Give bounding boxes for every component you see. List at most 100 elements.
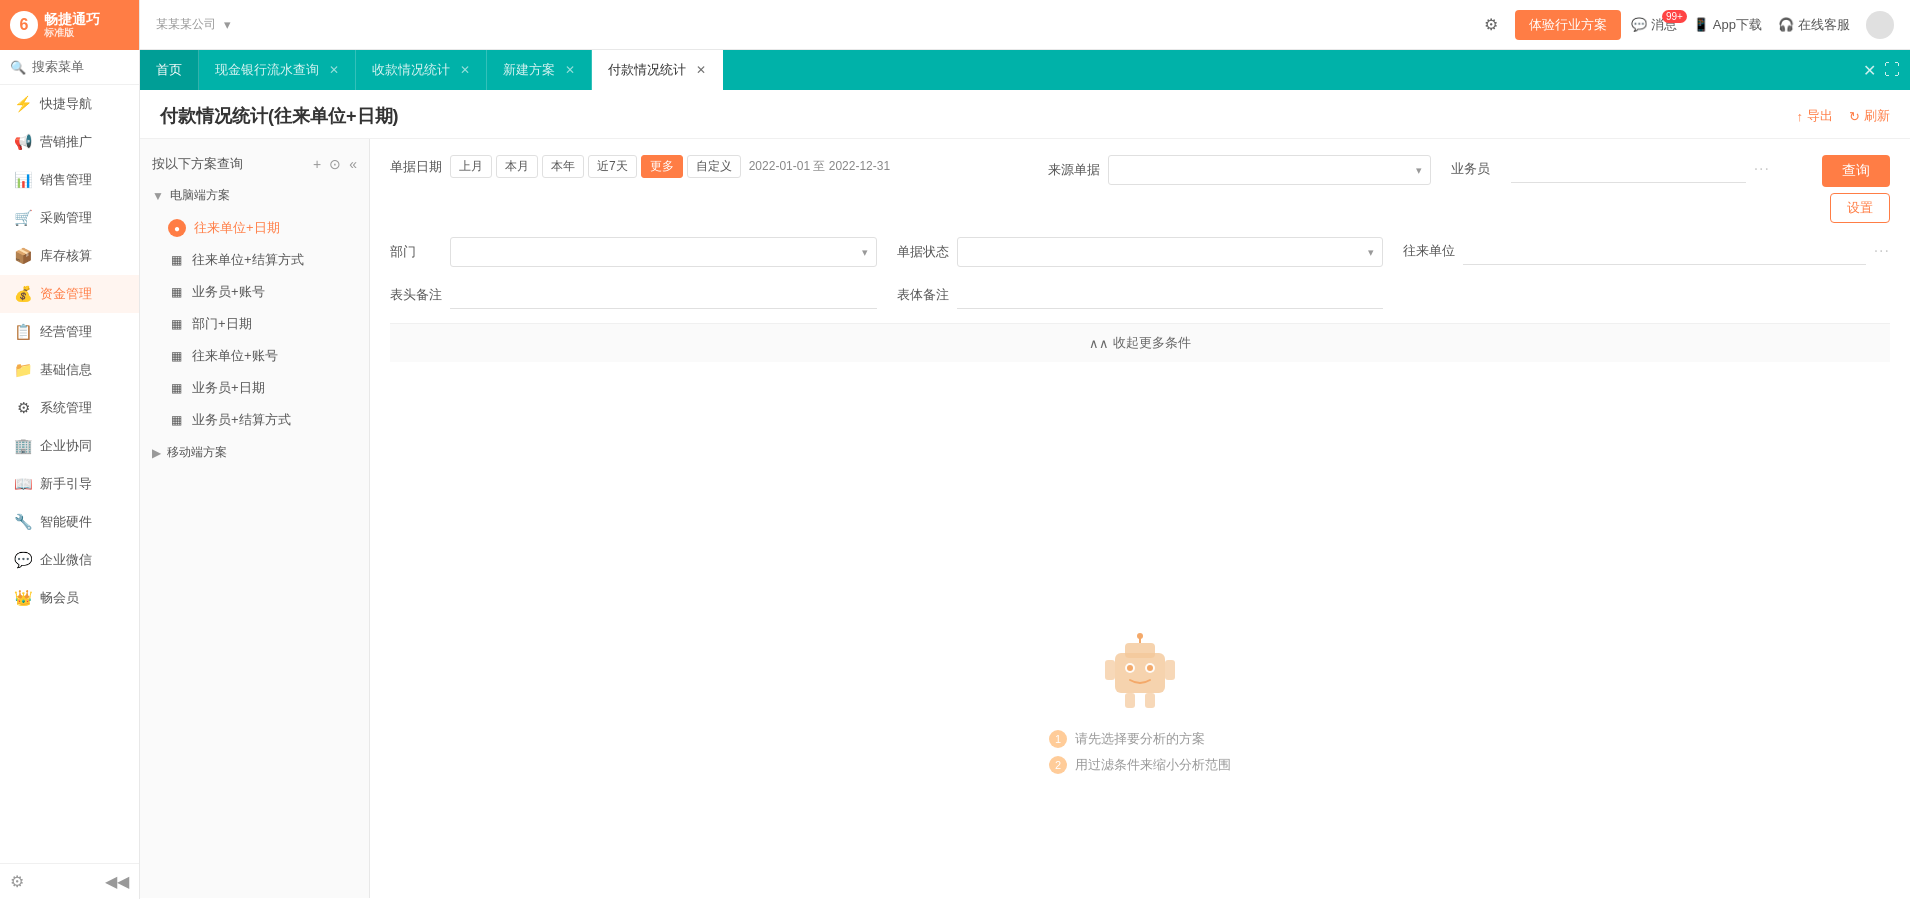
- right-panel: 单据日期 上月 本月 本年 近7天 更多 自定义 2022-01-01 至 20…: [370, 139, 1910, 495]
- sidebar-item-enterprise[interactable]: 🏢 企业协同: [0, 427, 139, 465]
- tab-label: 首页: [156, 61, 182, 79]
- collapse-bar[interactable]: ∧∧ 收起更多条件: [390, 323, 1890, 362]
- date-btn-group: 上月 本月 本年 近7天 更多 自定义 2022-01-01 至 2022-12…: [450, 155, 890, 178]
- sidebar-item-quick-nav[interactable]: ⚡ 快捷导航: [0, 85, 139, 123]
- sidebar-item-label: 基础信息: [40, 361, 92, 379]
- service-btn[interactable]: 🎧 在线客服: [1778, 16, 1850, 34]
- scheme-item-salesman-settle[interactable]: ▦ 业务员+结算方式: [140, 404, 369, 436]
- settings-btn[interactable]: 设置: [1830, 193, 1890, 223]
- breadcrumb-dropdown-icon[interactable]: ▾: [224, 17, 231, 32]
- empty-tips: 1 请先选择要分析的方案 2 用过滤条件来缩小分析范围: [1049, 730, 1231, 774]
- service-icon: 🎧: [1778, 17, 1794, 32]
- date-btn-custom[interactable]: 自定义: [687, 155, 741, 178]
- app-name: 畅捷通巧: [44, 11, 100, 28]
- user-avatar[interactable]: [1866, 11, 1894, 39]
- tip-num-2: 2: [1049, 756, 1067, 774]
- scheme-item-salesman-date[interactable]: ▦ 业务员+日期: [140, 372, 369, 404]
- dept-select[interactable]: ▾: [450, 237, 877, 267]
- sidebar-item-capital[interactable]: 💰 资金管理: [0, 275, 139, 313]
- filter-row-2: 部门 ▾ 单据状态 ▾: [390, 237, 1890, 267]
- sidebar-item-operations[interactable]: 📋 经营管理: [0, 313, 139, 351]
- sidebar-item-inventory[interactable]: 📦 库存核算: [0, 237, 139, 275]
- collapse-label: 收起更多条件: [1113, 334, 1191, 352]
- trial-btn[interactable]: 体验行业方案: [1515, 10, 1621, 40]
- scheme-item-unit-settle[interactable]: ▦ 往来单位+结算方式: [140, 244, 369, 276]
- mobile-scheme-section[interactable]: ▶ 移动端方案: [140, 436, 369, 469]
- sidebar-item-purchase[interactable]: 🛒 采购管理: [0, 199, 139, 237]
- tab-bar-actions: ✕ ⛶: [1853, 50, 1910, 90]
- filter-group-doc-status: 单据状态 ▾: [897, 237, 1384, 267]
- date-btn-this-month[interactable]: 本月: [496, 155, 538, 178]
- body-note-input[interactable]: [957, 281, 1384, 309]
- guide-icon: 📖: [14, 475, 32, 493]
- date-btn-last-month[interactable]: 上月: [450, 155, 492, 178]
- desktop-scheme-section[interactable]: ▼ 电脑端方案: [140, 179, 369, 212]
- scheme-label: 部门+日期: [192, 315, 252, 333]
- sidebar-item-wechat[interactable]: 💬 企业微信: [0, 541, 139, 579]
- unit-more-icon[interactable]: ···: [1874, 242, 1890, 260]
- filter-group-date: 单据日期 上月 本月 本年 近7天 更多 自定义 2022-01-01 至 20…: [390, 155, 1028, 178]
- query-btn[interactable]: 查询: [1822, 155, 1890, 187]
- tab-payment-stat[interactable]: 付款情况统计 ✕: [592, 50, 723, 90]
- tab-close-icon[interactable]: ✕: [329, 63, 339, 77]
- source-select[interactable]: ▾: [1108, 155, 1431, 185]
- breadcrumb: 某某某公司: [156, 16, 216, 33]
- tab-new-plan[interactable]: 新建方案 ✕: [487, 50, 592, 90]
- scheme-item-salesman-account[interactable]: ▦ 业务员+账号: [140, 276, 369, 308]
- sidebar-item-system[interactable]: ⚙ 系统管理: [0, 389, 139, 427]
- header-settings-btn[interactable]: ⚙: [1477, 11, 1505, 39]
- capital-icon: 💰: [14, 285, 32, 303]
- tab-label: 付款情况统计: [608, 61, 686, 79]
- panel-add-icon[interactable]: +: [313, 156, 321, 172]
- filter-group-body-note: 表体备注: [897, 281, 1384, 309]
- tab-close-all-icon[interactable]: ✕: [1863, 61, 1876, 80]
- sidebar-item-hardware[interactable]: 🔧 智能硬件: [0, 503, 139, 541]
- svg-rect-6: [1125, 693, 1135, 708]
- messages-badge: 99+: [1662, 10, 1687, 23]
- tab-receive[interactable]: 收款情况统计 ✕: [356, 50, 487, 90]
- header-note-input[interactable]: [450, 281, 877, 309]
- date-btn-this-year[interactable]: 本年: [542, 155, 584, 178]
- svg-point-11: [1147, 665, 1153, 671]
- scheme-item-dept-date[interactable]: ▦ 部门+日期: [140, 308, 369, 340]
- scheme-item-unit-date[interactable]: ● 往来单位+日期: [140, 212, 369, 244]
- refresh-btn[interactable]: ↻ 刷新: [1849, 107, 1890, 125]
- panel-collapse-icon[interactable]: «: [349, 156, 357, 172]
- export-btn[interactable]: ↑ 导出: [1797, 107, 1834, 125]
- unit-filter-label: 往来单位: [1403, 242, 1455, 260]
- download-btn[interactable]: 📱 App下载: [1693, 16, 1762, 34]
- sidebar-item-guide[interactable]: 📖 新手引导: [0, 465, 139, 503]
- salesman-filter-label: 业务员: [1451, 160, 1503, 178]
- tab-fullscreen-icon[interactable]: ⛶: [1884, 61, 1900, 79]
- settings-footer-icon[interactable]: ⚙: [10, 872, 24, 891]
- date-filter-label: 单据日期: [390, 158, 442, 176]
- doc-status-select[interactable]: ▾: [957, 237, 1384, 267]
- sidebar-item-member[interactable]: 👑 畅会员: [0, 579, 139, 617]
- salesman-input[interactable]: [1511, 155, 1746, 183]
- messages-btn[interactable]: 💬 消息 99+: [1631, 16, 1677, 34]
- hardware-icon: 🔧: [14, 513, 32, 531]
- tab-close-icon[interactable]: ✕: [696, 63, 706, 77]
- sidebar-search[interactable]: 🔍 搜索菜单: [0, 50, 139, 85]
- panel-settings-icon[interactable]: ⊙: [329, 156, 341, 172]
- panel-actions: + ⊙ «: [313, 156, 357, 172]
- collapse-sidebar-icon[interactable]: ◀◀: [105, 872, 129, 891]
- sidebar-item-basic-info[interactable]: 📁 基础信息: [0, 351, 139, 389]
- sidebar-item-marketing[interactable]: 📢 营销推广: [0, 123, 139, 161]
- date-btn-more[interactable]: 更多: [641, 155, 683, 178]
- basic-info-icon: 📁: [14, 361, 32, 379]
- tab-bar: 首页 现金银行流水查询 ✕ 收款情况统计 ✕ 新建方案 ✕ 付款情况统计 ✕ ✕…: [140, 50, 1910, 90]
- sidebar-item-sales[interactable]: 📊 销售管理: [0, 161, 139, 199]
- operations-icon: 📋: [14, 323, 32, 341]
- tab-close-icon[interactable]: ✕: [460, 63, 470, 77]
- date-btn-last-7[interactable]: 近7天: [588, 155, 637, 178]
- tab-close-icon[interactable]: ✕: [565, 63, 575, 77]
- app-edition: 标准版: [44, 27, 100, 39]
- salesman-more-icon[interactable]: ···: [1754, 160, 1770, 178]
- tab-cash-flow[interactable]: 现金银行流水查询 ✕: [199, 50, 356, 90]
- tab-home[interactable]: 首页: [140, 50, 199, 90]
- unit-input[interactable]: [1463, 237, 1865, 265]
- main-area: 某某某公司 ▾ ⚙ 体验行业方案 💬 消息 99+ 📱 App下载 🎧 在线客服: [140, 0, 1910, 899]
- scheme-item-unit-account[interactable]: ▦ 往来单位+账号: [140, 340, 369, 372]
- svg-rect-7: [1145, 693, 1155, 708]
